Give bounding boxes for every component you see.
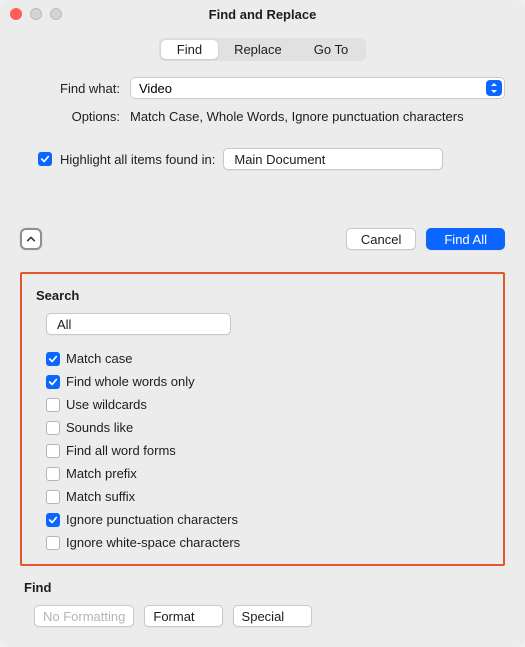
special-button-label: Special (242, 609, 285, 624)
find-what-row: Find what: (20, 77, 505, 99)
toggle-advanced-button[interactable] (20, 228, 42, 250)
find-what-input[interactable] (139, 78, 486, 98)
no-formatting-button: No Formatting (34, 605, 134, 627)
whole-words-row: Find whole words only (46, 374, 489, 389)
search-header: Search (36, 288, 489, 303)
mode-tabs: Find Replace Go To (20, 38, 505, 61)
options-row: Options: Match Case, Whole Words, Ignore… (20, 109, 505, 124)
special-button[interactable]: Special (233, 605, 313, 627)
chevron-updown-icon (200, 609, 214, 623)
ignore-punct-label: Ignore punctuation characters (66, 512, 238, 527)
find-what-combobox[interactable] (130, 77, 505, 99)
prefix-checkbox[interactable] (46, 467, 60, 481)
search-scope-popup[interactable]: All (46, 313, 231, 335)
whole-words-label: Find whole words only (66, 374, 195, 389)
find-header: Find (24, 580, 505, 595)
sounds-like-label: Sounds like (66, 420, 133, 435)
window-title: Find and Replace (0, 7, 525, 22)
highlight-scope-label: Main Document (234, 152, 424, 167)
check-icon (48, 515, 58, 525)
ignore-punct-row: Ignore punctuation characters (46, 512, 489, 527)
whole-words-checkbox[interactable] (46, 375, 60, 389)
cancel-button[interactable]: Cancel (346, 228, 416, 250)
find-all-button[interactable]: Find All (426, 228, 505, 250)
word-forms-checkbox[interactable] (46, 444, 60, 458)
zoom-window-button[interactable] (50, 8, 62, 20)
word-forms-row: Find all word forms (46, 443, 489, 458)
ignore-space-row: Ignore white-space characters (46, 535, 489, 550)
check-icon (48, 354, 58, 364)
prefix-row: Match prefix (46, 466, 489, 481)
traffic-lights (10, 8, 62, 20)
chevron-updown-icon (289, 609, 303, 623)
chevron-updown-icon (220, 319, 228, 329)
check-icon (40, 154, 50, 164)
highlight-row: Highlight all items found in: Main Docum… (38, 148, 505, 170)
content-area: Find Replace Go To Find what: Options: M… (0, 28, 525, 643)
sounds-like-checkbox[interactable] (46, 421, 60, 435)
format-button-label: Format (153, 609, 194, 624)
chevron-updown-icon (432, 154, 440, 164)
find-format-buttons: No Formatting Format Special (34, 605, 505, 627)
format-button[interactable]: Format (144, 605, 222, 627)
find-what-label: Find what: (20, 81, 130, 96)
segmented-control: Find Replace Go To (159, 38, 366, 61)
options-label: Options: (20, 109, 130, 124)
chevron-up-icon (26, 234, 36, 244)
match-case-label: Match case (66, 351, 132, 366)
wildcards-row: Use wildcards (46, 397, 489, 412)
find-format-section: Find No Formatting Format Special (20, 580, 505, 627)
suffix-checkbox[interactable] (46, 490, 60, 504)
action-buttons: Cancel Find All (346, 228, 505, 250)
match-case-checkbox[interactable] (46, 352, 60, 366)
search-scope-label: All (57, 317, 212, 332)
suffix-row: Match suffix (46, 489, 489, 504)
tab-goto[interactable]: Go To (298, 40, 364, 59)
close-window-button[interactable] (10, 8, 22, 20)
tab-replace[interactable]: Replace (218, 40, 298, 59)
prefix-label: Match prefix (66, 466, 137, 481)
find-what-history-icon[interactable] (486, 80, 502, 96)
suffix-label: Match suffix (66, 489, 135, 504)
sounds-like-row: Sounds like (46, 420, 489, 435)
minimize-window-button[interactable] (30, 8, 42, 20)
wildcards-label: Use wildcards (66, 397, 147, 412)
ignore-space-checkbox[interactable] (46, 536, 60, 550)
search-options-panel: Search All Match case Find whole words o… (20, 272, 505, 566)
wildcards-checkbox[interactable] (46, 398, 60, 412)
options-value: Match Case, Whole Words, Ignore punctuat… (130, 109, 505, 124)
highlight-scope-popup[interactable]: Main Document (223, 148, 443, 170)
word-forms-label: Find all word forms (66, 443, 176, 458)
tab-find[interactable]: Find (161, 40, 218, 59)
ignore-space-label: Ignore white-space characters (66, 535, 240, 550)
ignore-punct-checkbox[interactable] (46, 513, 60, 527)
highlight-checkbox[interactable] (38, 152, 52, 166)
highlight-label: Highlight all items found in: (60, 152, 215, 167)
match-case-row: Match case (46, 351, 489, 366)
search-options-list: Match case Find whole words only Use wil… (46, 351, 489, 550)
action-row: Cancel Find All (20, 228, 505, 250)
check-icon (48, 377, 58, 387)
titlebar: Find and Replace (0, 0, 525, 28)
find-replace-window: Find and Replace Find Replace Go To Find… (0, 0, 525, 647)
